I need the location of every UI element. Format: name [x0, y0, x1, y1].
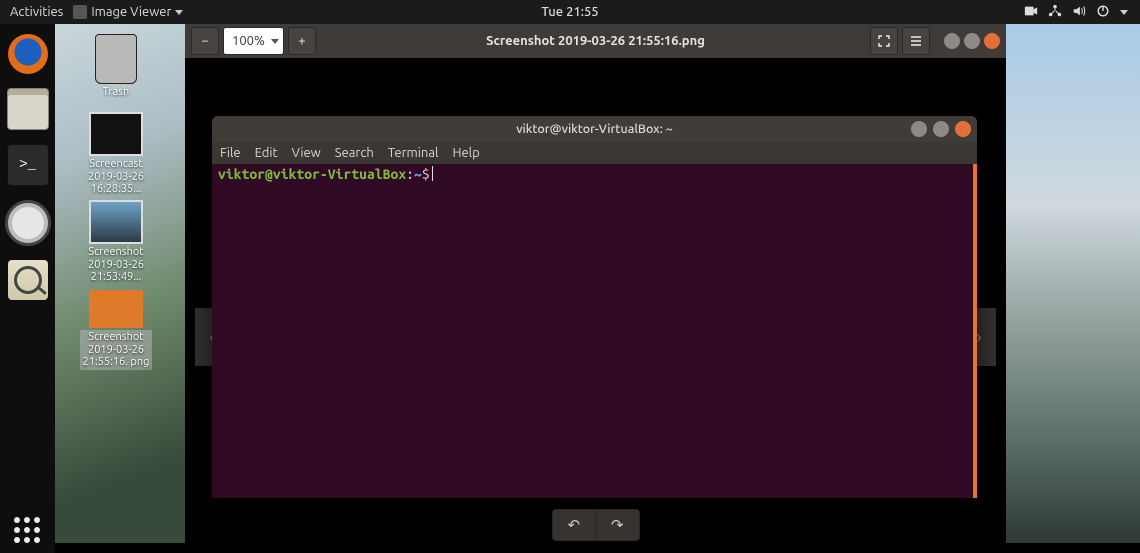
- prompt-path: ~: [414, 166, 422, 182]
- zoom-out-button[interactable]: −: [191, 27, 219, 55]
- terminal-window: viktor@viktor-VirtualBox: ~ File Edit Vi…: [212, 116, 977, 498]
- image-viewer-headerbar: − 100% + Screenshot 2019-03-26 21:55:16.…: [185, 24, 1006, 58]
- dock-terminal-icon[interactable]: >_: [7, 144, 49, 186]
- dock-firefox-icon[interactable]: [8, 34, 48, 74]
- volume-icon[interactable]: [1072, 4, 1086, 21]
- image-file-icon: [89, 290, 143, 328]
- gnome-top-bar: Activities Image Viewer Tue 21:55: [0, 0, 1140, 24]
- apps-grid-icon: [14, 517, 42, 545]
- show-applications-button[interactable]: [0, 517, 55, 545]
- screen-record-icon[interactable]: [1024, 4, 1038, 21]
- desktop-screenshot-file[interactable]: Screenshot 2019-03-26 21:53:49...: [80, 200, 152, 284]
- image-viewer-rotate-toolbar: ↶ ↷: [552, 509, 640, 541]
- ubuntu-dock: >_: [0, 24, 55, 553]
- image-file-icon: [89, 200, 143, 244]
- app-menu-label: Image Viewer: [91, 5, 171, 19]
- window-title: Screenshot 2019-03-26 21:55:16.png: [486, 34, 705, 48]
- image-viewer-window: − 100% + Screenshot 2019-03-26 21:55:16.…: [185, 24, 1006, 543]
- menu-view[interactable]: View: [292, 146, 321, 160]
- menu-file[interactable]: File: [220, 146, 241, 160]
- desktop-icon-label: Screencast 2019-03-26 16:28:35...: [80, 158, 152, 196]
- prompt-user: viktor@viktor-VirtualBox: [218, 166, 406, 182]
- dock-screenshot-icon[interactable]: [5, 200, 51, 246]
- window-minimize-button[interactable]: [944, 33, 960, 49]
- window-maximize-button[interactable]: [964, 33, 980, 49]
- hamburger-menu-button[interactable]: [902, 27, 930, 55]
- menu-terminal[interactable]: Terminal: [388, 146, 439, 160]
- dock-image-viewer-icon[interactable]: [8, 260, 48, 300]
- app-menu[interactable]: Image Viewer: [73, 5, 183, 19]
- desktop-screenshot-file-selected[interactable]: Screenshot 2019-03-26 21:55:16. png: [80, 290, 152, 370]
- menu-help[interactable]: Help: [452, 146, 479, 160]
- menu-edit[interactable]: Edit: [255, 146, 278, 160]
- terminal-title: viktor@viktor-VirtualBox: ~: [516, 122, 673, 136]
- window-maximize-button[interactable]: [933, 121, 949, 137]
- terminal-menubar: File Edit View Search Terminal Help: [212, 142, 977, 164]
- terminal-body[interactable]: viktor@viktor-VirtualBox:~$: [212, 164, 973, 498]
- chevron-down-icon: [271, 39, 279, 44]
- prompt-symbol: $: [422, 166, 430, 182]
- terminal-titlebar: viktor@viktor-VirtualBox: ~: [212, 116, 977, 142]
- clock[interactable]: Tue 21:55: [541, 5, 598, 19]
- trash-icon: [95, 34, 137, 84]
- desktop-wallpaper: [1006, 24, 1140, 543]
- desktop-trash[interactable]: Trash: [80, 34, 152, 99]
- video-file-icon: [89, 112, 143, 156]
- image-viewer-canvas: ‹ › viktor@viktor-VirtualBox: ~ File Edi…: [185, 58, 1006, 543]
- terminal-cursor: [432, 166, 433, 181]
- desktop-screencast-file[interactable]: Screencast 2019-03-26 16:28:35...: [80, 112, 152, 196]
- window-minimize-button[interactable]: [911, 121, 927, 137]
- dock-files-icon[interactable]: [7, 88, 49, 130]
- system-menu-chevron-icon[interactable]: [1120, 10, 1128, 15]
- chevron-down-icon: [175, 10, 183, 15]
- power-icon[interactable]: [1096, 4, 1110, 21]
- prompt-separator: :: [406, 166, 414, 182]
- desktop-icon-label: Trash: [80, 86, 152, 99]
- fullscreen-button[interactable]: [870, 27, 898, 55]
- zoom-in-button[interactable]: +: [288, 27, 316, 55]
- activities-button[interactable]: Activities: [10, 5, 63, 19]
- desktop-icon-label: Screenshot 2019-03-26 21:55:16. png: [80, 330, 152, 370]
- network-icon[interactable]: [1048, 4, 1062, 21]
- rotate-left-button[interactable]: ↶: [553, 510, 597, 540]
- menu-search[interactable]: Search: [335, 146, 374, 160]
- rotate-right-button[interactable]: ↷: [596, 510, 639, 540]
- desktop-icon-label: Screenshot 2019-03-26 21:53:49...: [80, 246, 152, 284]
- zoom-value: 100%: [232, 34, 265, 48]
- app-menu-icon: [73, 5, 87, 19]
- zoom-combo[interactable]: 100%: [223, 27, 284, 55]
- terminal-scrollbar[interactable]: [973, 164, 977, 498]
- window-close-button[interactable]: [984, 33, 1000, 49]
- window-close-button[interactable]: [955, 121, 971, 137]
